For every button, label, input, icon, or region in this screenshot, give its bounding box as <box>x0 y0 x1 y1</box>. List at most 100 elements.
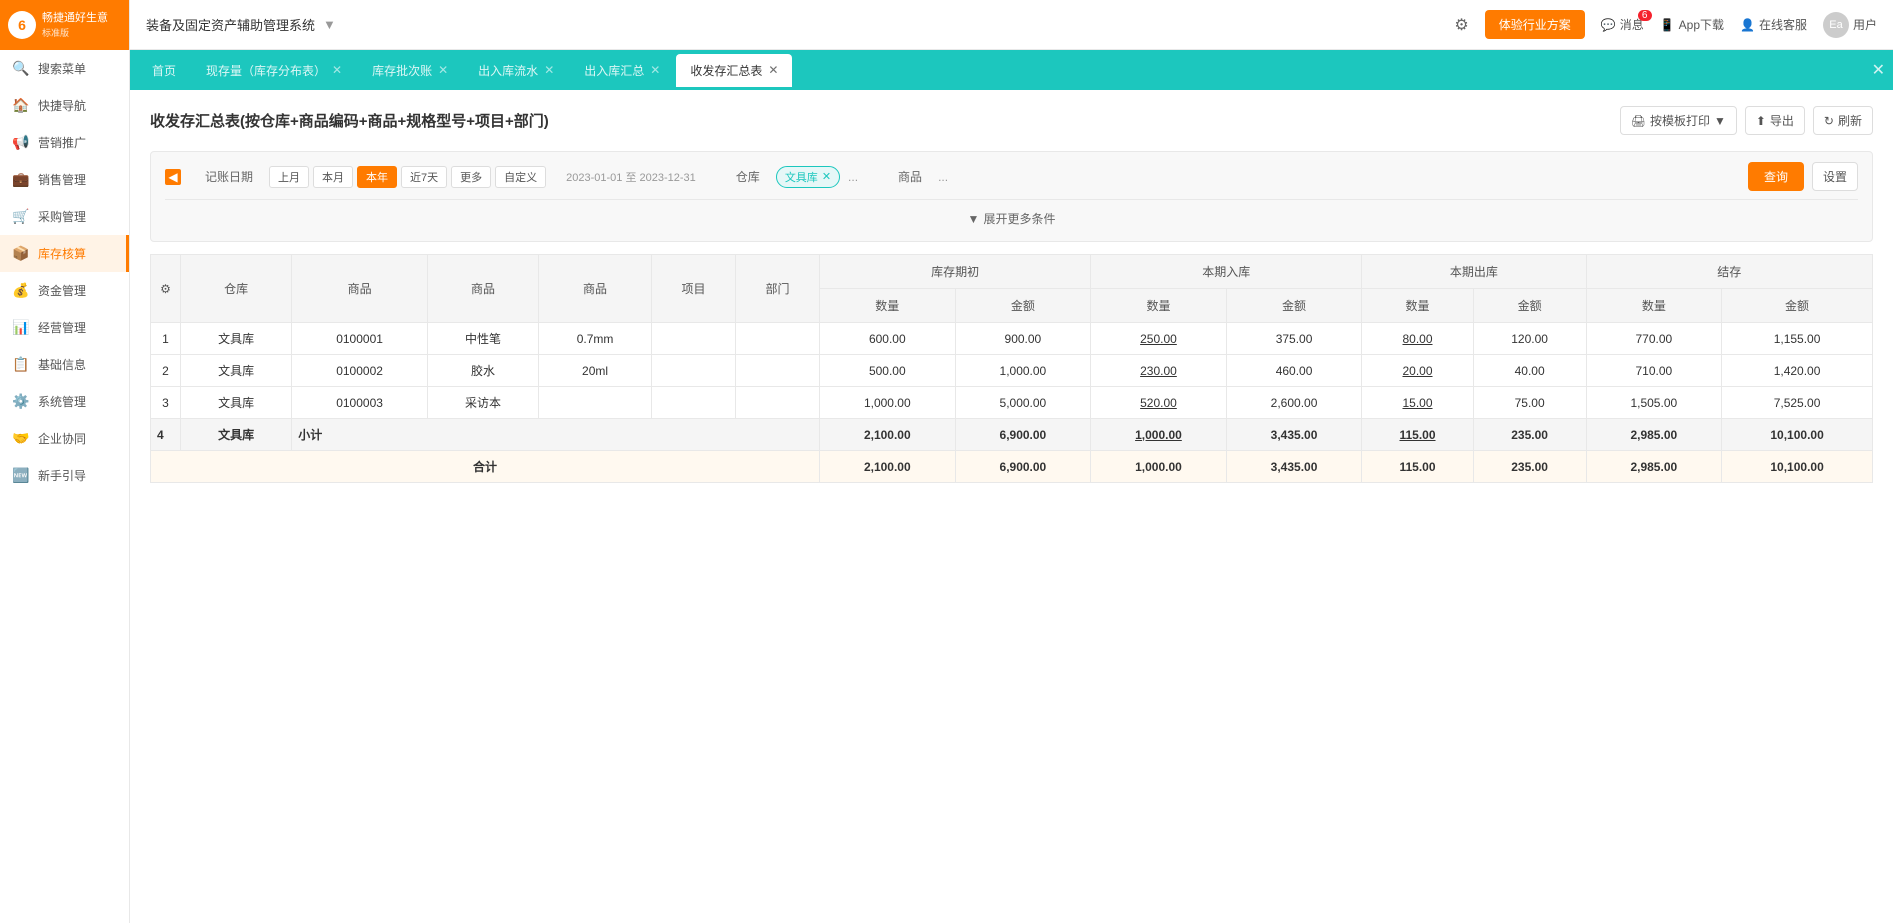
date-btn-自定义[interactable]: 自定义 <box>495 166 546 188</box>
tab-close-inout-summary[interactable]: ✕ <box>650 63 660 77</box>
user-avatar: Ea <box>1823 12 1849 38</box>
tab-receive-summary[interactable]: 收发存汇总表✕ <box>676 54 792 87</box>
row-close-amt: 1,155.00 <box>1722 323 1873 355</box>
sidebar-item-collab[interactable]: 🤝企业协同 <box>0 420 129 457</box>
trial-button[interactable]: 体验行业方案 <box>1485 10 1585 39</box>
subtotal-out-qty: 115.00 <box>1362 419 1473 451</box>
app-download-label: App下载 <box>1679 16 1724 33</box>
settings-gear-icon[interactable]: ⚙ <box>1454 15 1468 35</box>
warehouse-label: 仓库 <box>736 168 760 185</box>
filter-bar: ◀ 记账日期 上月本月本年近7天更多自定义 2023-01-01 至 2023-… <box>150 151 1873 242</box>
sidebar-item-sales[interactable]: 💼销售管理 <box>0 161 129 198</box>
tab-batch[interactable]: 库存批次账✕ <box>358 54 462 87</box>
dropdown-arrow-icon[interactable]: ▼ <box>323 17 336 32</box>
date-btn-更多[interactable]: 更多 <box>451 166 491 188</box>
warehouse-tag-close[interactable]: ✕ <box>822 170 831 183</box>
sidebar-item-quick-nav[interactable]: 🏠快捷导航 <box>0 87 129 124</box>
tab-close-inventory-dist[interactable]: ✕ <box>332 63 342 77</box>
sidebar-item-label-purchase: 采购管理 <box>38 208 86 225</box>
online-service-item[interactable]: 👤 在线客服 <box>1740 16 1807 33</box>
finance-icon: 💰 <box>12 282 30 299</box>
subtotal-open-qty: 2,100.00 <box>820 419 956 451</box>
header-right: 💬 消息 6 📱 App下载 👤 在线客服 Ea 用户 <box>1601 12 1877 38</box>
online-service-label: 在线客服 <box>1759 16 1807 33</box>
table-row: 2 文具库 0100002 胶水 20ml 500.00 1,000.00 23… <box>151 355 1873 387</box>
sidebar-item-guide[interactable]: 🆕新手引导 <box>0 457 129 494</box>
sidebar-item-system[interactable]: ⚙️系统管理 <box>0 383 129 420</box>
page-actions: 🖨 按模板打印 ▼ ⬆ 导出 ↻ 刷新 <box>1620 106 1873 135</box>
tab-close-receive-summary[interactable]: ✕ <box>768 63 778 77</box>
export-icon: ⬆ <box>1756 114 1766 128</box>
tab-close-all-button[interactable]: ✕ <box>1872 60 1885 80</box>
row-in-qty[interactable]: 230.00 <box>1091 355 1227 387</box>
row-in-qty[interactable]: 520.00 <box>1091 387 1227 419</box>
date-btn-近7天[interactable]: 近7天 <box>401 166 447 188</box>
warehouse-more[interactable]: ... <box>848 170 858 184</box>
sidebar-item-inventory[interactable]: 📦库存核算 <box>0 235 129 272</box>
sidebar-item-basic[interactable]: 📋基础信息 <box>0 346 129 383</box>
date-btn-上月[interactable]: 上月 <box>269 166 309 188</box>
filter-settings-button[interactable]: 设置 <box>1812 162 1858 191</box>
col-dept-header: 部门 <box>735 255 819 323</box>
sidebar-item-marketing[interactable]: 📢营销推广 <box>0 124 129 161</box>
expand-button[interactable]: ▼ 展开更多条件 <box>960 206 1064 231</box>
query-button[interactable]: 查询 <box>1748 162 1804 191</box>
sidebar-item-purchase[interactable]: 🛒采购管理 <box>0 198 129 235</box>
tab-close-inout-flow[interactable]: ✕ <box>544 63 554 77</box>
row-project <box>651 323 735 355</box>
sidebar-item-search[interactable]: 🔍搜索菜单 <box>0 50 129 87</box>
col-settings[interactable]: ⚙ <box>151 255 181 323</box>
sidebar-item-business[interactable]: 📊经营管理 <box>0 309 129 346</box>
tab-label-home: 首页 <box>152 62 176 79</box>
guide-icon: 🆕 <box>12 467 30 484</box>
collapse-icon[interactable]: ◀ <box>165 169 181 185</box>
basic-icon: 📋 <box>12 356 30 373</box>
total-out-qty: 115.00 <box>1362 451 1473 483</box>
marketing-icon: 📢 <box>12 134 30 151</box>
print-dropdown-icon: ▼ <box>1714 114 1726 128</box>
tab-inout-flow[interactable]: 出入库流水✕ <box>464 54 568 87</box>
date-btn-本月[interactable]: 本月 <box>313 166 353 188</box>
expand-row: ▼ 展开更多条件 <box>165 199 1858 231</box>
page-inner: 收发存汇总表(按仓库+商品编码+商品+规格型号+项目+部门) 🖨 按模板打印 ▼… <box>130 90 1893 499</box>
page-title-text: 收发存汇总表(按仓库+商品编码+商品+规格型号+项目+部门) <box>150 110 549 131</box>
export-button[interactable]: ⬆ 导出 <box>1745 106 1805 135</box>
row-goods-spec <box>539 387 652 419</box>
row-goods-code: 0100002 <box>292 355 428 387</box>
sidebar-item-finance[interactable]: 💰资金管理 <box>0 272 129 309</box>
row-out-qty[interactable]: 20.00 <box>1362 355 1473 387</box>
tab-close-batch[interactable]: ✕ <box>438 63 448 77</box>
inventory-icon: 📦 <box>12 245 30 262</box>
phone-icon: 📱 <box>1660 18 1675 32</box>
print-button[interactable]: 🖨 按模板打印 ▼ <box>1620 106 1737 135</box>
col-closing-header: 结存 <box>1586 255 1872 289</box>
row-out-qty[interactable]: 15.00 <box>1362 387 1473 419</box>
row-open-qty: 500.00 <box>820 355 956 387</box>
app-download-item[interactable]: 📱 App下载 <box>1660 16 1724 33</box>
tab-home[interactable]: 首页 <box>138 54 190 87</box>
messages-badge: 6 <box>1638 10 1652 21</box>
warehouse-tag: 文具库 ✕ <box>776 166 840 188</box>
col-goods-code-header: 商品 <box>292 255 428 323</box>
goods-more[interactable]: ... <box>938 170 948 184</box>
date-btn-本年[interactable]: 本年 <box>357 166 397 188</box>
tab-bar: 首页现存量（库存分布表）✕库存批次账✕出入库流水✕出入库汇总✕收发存汇总表✕✕ <box>130 50 1893 90</box>
col-project-header: 项目 <box>651 255 735 323</box>
tab-inventory-dist[interactable]: 现存量（库存分布表）✕ <box>192 54 356 87</box>
sidebar-item-label-quick-nav: 快捷导航 <box>38 97 86 114</box>
col-opening-header: 库存期初 <box>820 255 1091 289</box>
refresh-button[interactable]: ↻ 刷新 <box>1813 106 1873 135</box>
messages-item[interactable]: 💬 消息 6 <box>1601 16 1644 33</box>
subtotal-close-amt: 10,100.00 <box>1722 419 1873 451</box>
collab-icon: 🤝 <box>12 430 30 447</box>
goods-filter: ... <box>938 170 948 184</box>
print-icon: 🖨 <box>1631 114 1646 128</box>
row-in-qty[interactable]: 250.00 <box>1091 323 1227 355</box>
system-name-text: 装备及固定资产辅助管理系统 <box>146 15 315 34</box>
row-out-qty[interactable]: 80.00 <box>1362 323 1473 355</box>
system-name: 装备及固定资产辅助管理系统 ▼ <box>146 15 1430 34</box>
user-item[interactable]: Ea 用户 <box>1823 12 1877 38</box>
row-out-amt: 40.00 <box>1473 355 1586 387</box>
tab-inout-summary[interactable]: 出入库汇总✕ <box>570 54 674 87</box>
total-in-amt: 3,435.00 <box>1226 451 1362 483</box>
